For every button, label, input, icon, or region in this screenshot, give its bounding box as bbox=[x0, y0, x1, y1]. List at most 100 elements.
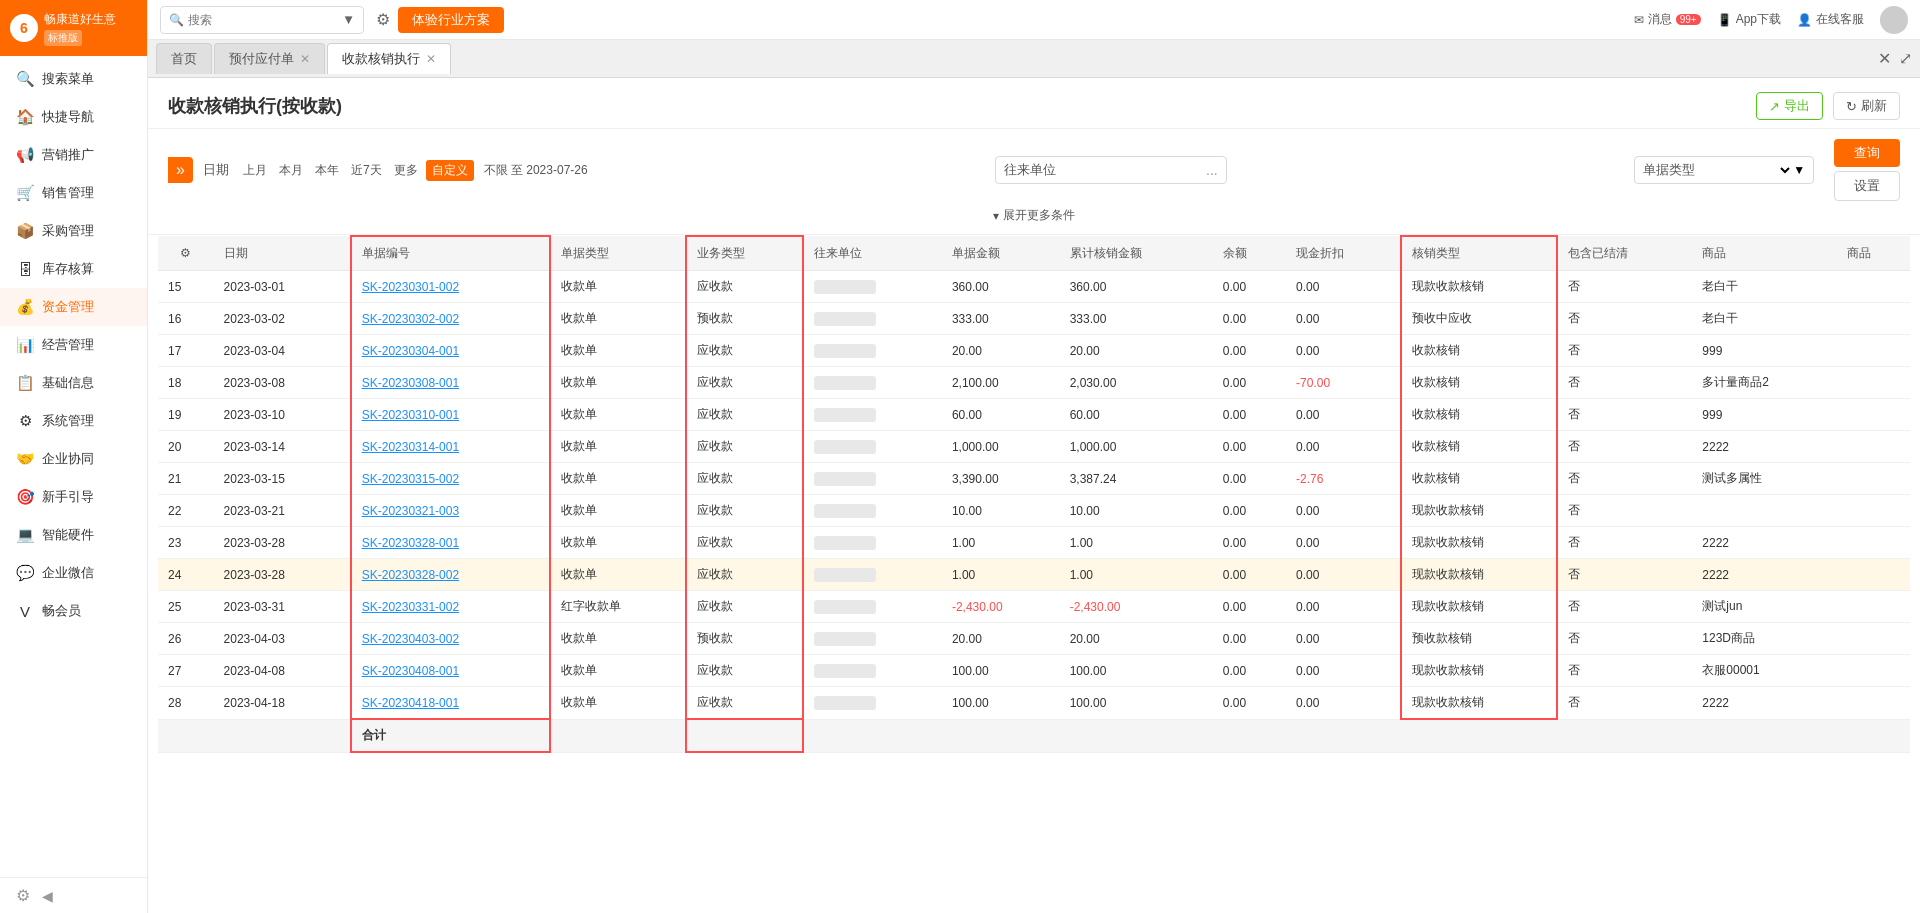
date-range: 不限 至 2023-07-26 bbox=[484, 162, 588, 179]
cell-product: 老白干 bbox=[1692, 271, 1836, 303]
date-btn-last-month[interactable]: 上月 bbox=[239, 160, 271, 181]
sidebar-item-marketing[interactable]: 📢营销推广 bbox=[0, 136, 147, 174]
sidebar-item-inventory[interactable]: 🗄库存核算 bbox=[0, 250, 147, 288]
voucher-link[interactable]: SK-20230301-002 bbox=[362, 280, 459, 294]
voucher-link[interactable]: SK-20230314-001 bbox=[362, 440, 459, 454]
gear-icon[interactable]: ⚙ bbox=[376, 10, 390, 29]
expand-tab-btn[interactable]: ⤢ bbox=[1899, 49, 1912, 68]
cell-write-off: 10.00 bbox=[1060, 495, 1213, 527]
sidebar-item-finance[interactable]: 💰资金管理 bbox=[0, 288, 147, 326]
sidebar-item-basic[interactable]: 📋基础信息 bbox=[0, 364, 147, 402]
voucher-link[interactable]: SK-20230315-002 bbox=[362, 472, 459, 486]
footer-voucher-no: 合计 bbox=[351, 719, 550, 752]
cell-include-settled: 否 bbox=[1557, 559, 1692, 591]
query-btn[interactable]: 查询 bbox=[1834, 139, 1900, 167]
voucher-link[interactable]: SK-20230418-001 bbox=[362, 696, 459, 710]
sidebar-item-label-marketing: 营销推广 bbox=[42, 146, 94, 164]
sidebar-item-label-purchase: 采购管理 bbox=[42, 222, 94, 240]
cell-no: 19 bbox=[158, 399, 214, 431]
search-input[interactable] bbox=[188, 13, 338, 27]
tab-receipt-exec[interactable]: 收款核销执行✕ bbox=[327, 43, 451, 74]
cell-voucher-no: SK-20230331-002 bbox=[351, 591, 550, 623]
cell-biz-type: 应收款 bbox=[686, 655, 803, 687]
cell-date: 2023-04-18 bbox=[214, 687, 351, 720]
col-date: 日期 bbox=[214, 236, 351, 271]
voucher-link[interactable]: SK-20230304-001 bbox=[362, 344, 459, 358]
date-btn-more[interactable]: 更多 bbox=[390, 160, 422, 181]
col-voucher-type: 单据类型 bbox=[550, 236, 687, 271]
export-btn[interactable]: ↗ 导出 bbox=[1756, 92, 1823, 120]
sidebar-item-member[interactable]: V畅会员 bbox=[0, 592, 147, 630]
expand-label: 展开更多条件 bbox=[1003, 207, 1075, 224]
expand-more-btn[interactable]: ▾ 展开更多条件 bbox=[993, 207, 1075, 224]
sidebar-item-guide[interactable]: 🎯新手引导 bbox=[0, 478, 147, 516]
message-btn[interactable]: ✉ 消息 99+ bbox=[1634, 11, 1701, 28]
cell-biz-type: 预收款 bbox=[686, 303, 803, 335]
sidebar-item-purchase[interactable]: 📦采购管理 bbox=[0, 212, 147, 250]
voucher-link[interactable]: SK-20230328-002 bbox=[362, 568, 459, 582]
cell-voucher-no: SK-20230403-002 bbox=[351, 623, 550, 655]
voucher-link[interactable]: SK-20230408-001 bbox=[362, 664, 459, 678]
cell-write-off: 360.00 bbox=[1060, 271, 1213, 303]
more-icon[interactable]: ... bbox=[1206, 162, 1218, 178]
cell-no: 28 bbox=[158, 687, 214, 720]
setting-btn[interactable]: 设置 bbox=[1834, 171, 1900, 201]
sidebar-item-quick-nav[interactable]: 🏠快捷导航 bbox=[0, 98, 147, 136]
sidebar-item-wechat[interactable]: 💬企业微信 bbox=[0, 554, 147, 592]
partner-input[interactable] bbox=[1056, 163, 1206, 177]
col-product2: 商品 bbox=[1837, 236, 1910, 271]
user-avatar[interactable] bbox=[1880, 6, 1908, 34]
voucher-link[interactable]: SK-20230403-002 bbox=[362, 632, 459, 646]
settings-icon[interactable]: ⚙ bbox=[16, 886, 30, 905]
sidebar-item-label-wechat: 企业微信 bbox=[42, 564, 94, 582]
tab-close-prepay[interactable]: ✕ bbox=[300, 52, 310, 66]
app-download-btn[interactable]: 📱 App下载 bbox=[1717, 11, 1781, 28]
voucher-type-select[interactable] bbox=[1695, 162, 1793, 178]
cell-write-off: -2,430.00 bbox=[1060, 591, 1213, 623]
tab-close-receipt-exec[interactable]: ✕ bbox=[426, 52, 436, 66]
cell-voucher-type: 收款单 bbox=[550, 559, 687, 591]
collapse-icon[interactable]: ◀ bbox=[42, 888, 53, 904]
search-dropdown-btn[interactable]: ▼ bbox=[342, 12, 355, 27]
cell-amount: 3,390.00 bbox=[942, 463, 1060, 495]
cell-write-off: 100.00 bbox=[1060, 655, 1213, 687]
sidebar-item-operation[interactable]: 📊经营管理 bbox=[0, 326, 147, 364]
tab-home[interactable]: 首页 bbox=[156, 43, 212, 74]
cell-no: 24 bbox=[158, 559, 214, 591]
col-settings[interactable]: ⚙ bbox=[158, 236, 214, 271]
voucher-link[interactable]: SK-20230308-001 bbox=[362, 376, 459, 390]
sidebar-item-sales[interactable]: 🛒销售管理 bbox=[0, 174, 147, 212]
sidebar-item-label-search: 搜索菜单 bbox=[42, 70, 94, 88]
cell-no: 25 bbox=[158, 591, 214, 623]
date-btn-7days[interactable]: 近7天 bbox=[347, 160, 386, 181]
voucher-link[interactable]: SK-20230328-001 bbox=[362, 536, 459, 550]
voucher-link[interactable]: SK-20230331-002 bbox=[362, 600, 459, 614]
date-btn-this-year[interactable]: 本年 bbox=[311, 160, 343, 181]
cell-write-off-type: 预收款核销 bbox=[1401, 623, 1558, 655]
cell-write-off: 20.00 bbox=[1060, 335, 1213, 367]
sidebar-item-system[interactable]: ⚙系统管理 bbox=[0, 402, 147, 440]
table-row: 18 2023-03-08 SK-20230308-001 收款单 应收款 2,… bbox=[158, 367, 1910, 399]
sidebar-item-label-guide: 新手引导 bbox=[42, 488, 94, 506]
message-icon: ✉ bbox=[1634, 13, 1644, 27]
logo-icon: 6 bbox=[10, 14, 38, 42]
sidebar-item-hardware[interactable]: 💻智能硬件 bbox=[0, 516, 147, 554]
cell-product: 衣服00001 bbox=[1692, 655, 1836, 687]
tab-prepay[interactable]: 预付应付单✕ bbox=[214, 43, 325, 74]
cell-write-off-type: 现款收款核销 bbox=[1401, 655, 1558, 687]
cell-voucher-no: SK-20230418-001 bbox=[351, 687, 550, 720]
voucher-link[interactable]: SK-20230310-001 bbox=[362, 408, 459, 422]
online-service-btn[interactable]: 👤 在线客服 bbox=[1797, 11, 1864, 28]
voucher-link[interactable]: SK-20230302-002 bbox=[362, 312, 459, 326]
sidebar-item-enterprise[interactable]: 🤝企业协同 bbox=[0, 440, 147, 478]
date-btn-this-month[interactable]: 本月 bbox=[275, 160, 307, 181]
sidebar-bottom[interactable]: ⚙ ◀ bbox=[0, 877, 147, 913]
sidebar-item-search[interactable]: 🔍搜索菜单 bbox=[0, 60, 147, 98]
voucher-link[interactable]: SK-20230321-003 bbox=[362, 504, 459, 518]
table-row: 28 2023-04-18 SK-20230418-001 收款单 应收款 10… bbox=[158, 687, 1910, 720]
close-tab-btn[interactable]: ✕ bbox=[1878, 49, 1891, 68]
refresh-btn[interactable]: ↻ 刷新 bbox=[1833, 92, 1900, 120]
filter-toggle-btn[interactable]: » bbox=[168, 157, 193, 183]
solution-btn[interactable]: 体验行业方案 bbox=[398, 7, 504, 33]
date-btn-custom[interactable]: 自定义 bbox=[426, 160, 474, 181]
